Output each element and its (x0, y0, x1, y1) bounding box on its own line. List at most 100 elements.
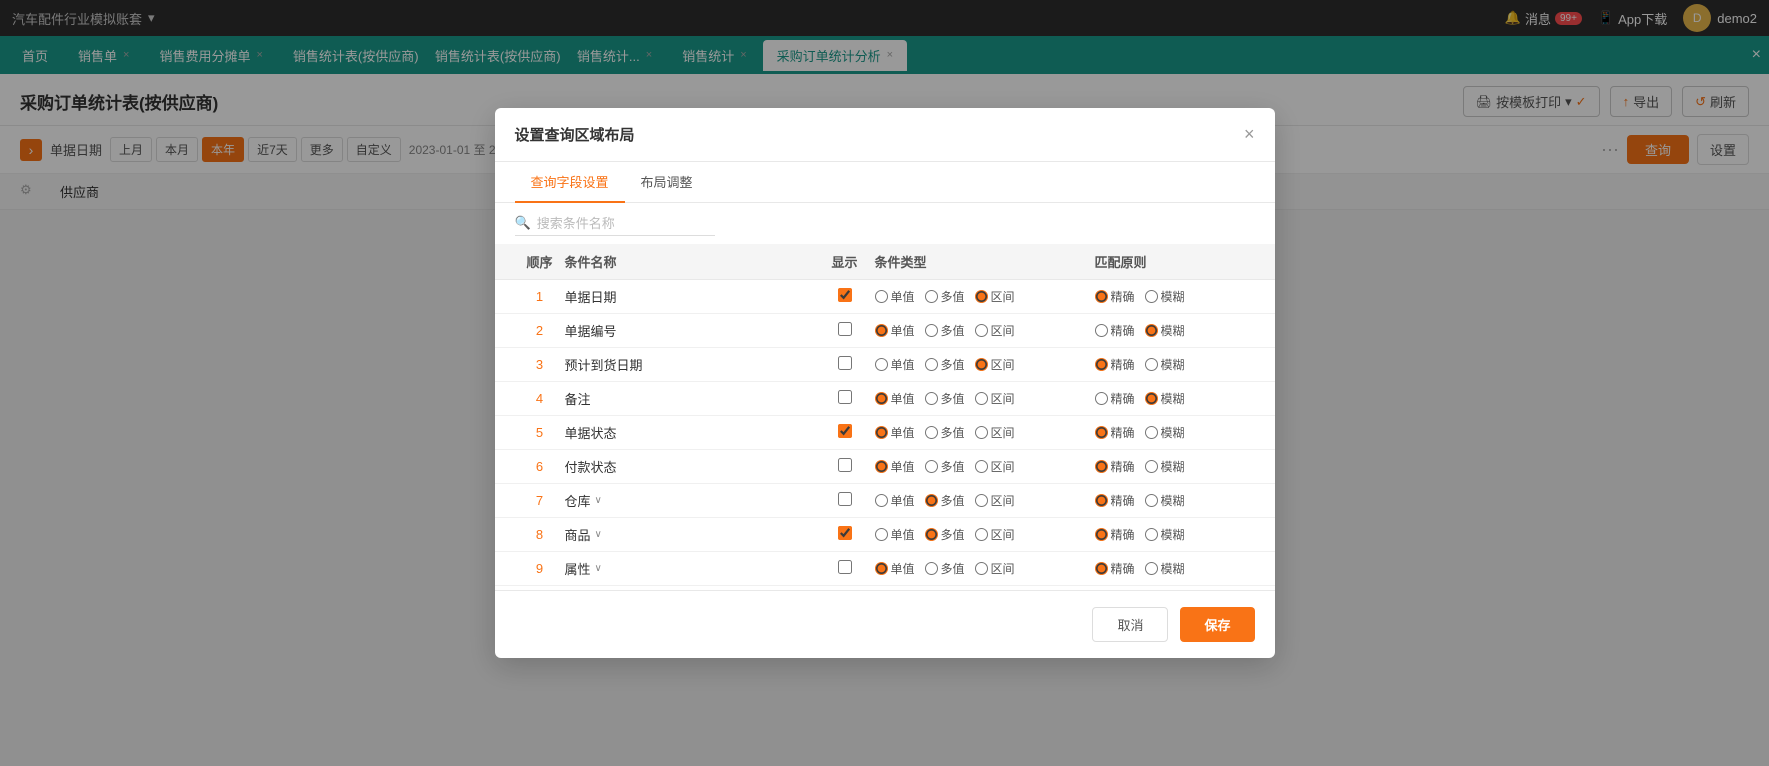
type-radio-multi[interactable]: 多值 (925, 390, 965, 407)
row-order: 7 (515, 493, 565, 508)
type-radio-range[interactable]: 区间 (975, 492, 1015, 509)
row-type: 单值 多值 区间 (875, 390, 1095, 407)
type-radio-single[interactable]: 单值 (875, 458, 915, 475)
row-name: 单据状态 (565, 423, 815, 442)
row-rule: 精确 模糊 (1095, 526, 1255, 543)
display-checkbox[interactable] (838, 424, 852, 438)
modal-table-body: 1 单据日期 单值 多值 区间 精确 模糊 2 单据编 (495, 280, 1275, 590)
row-display[interactable] (815, 560, 875, 577)
type-radio-range[interactable]: 区间 (975, 356, 1015, 373)
type-radio-single[interactable]: 单值 (875, 356, 915, 373)
row-rule: 精确 模糊 (1095, 560, 1255, 577)
type-radio-range[interactable]: 区间 (975, 288, 1015, 305)
th-name: 条件名称 (565, 252, 815, 271)
rule-radio-fuzzy[interactable]: 模糊 (1145, 560, 1185, 577)
search-icon: 🔍 (515, 215, 531, 231)
table-row: 2 单据编号 单值 多值 区间 精确 模糊 (495, 314, 1275, 348)
row-name: 付款状态 (565, 457, 815, 476)
row-display[interactable] (815, 458, 875, 475)
type-radio-multi[interactable]: 多值 (925, 526, 965, 543)
row-order: 2 (515, 323, 565, 338)
type-radio-multi[interactable]: 多值 (925, 458, 965, 475)
type-radio-single[interactable]: 单值 (875, 560, 915, 577)
display-checkbox[interactable] (838, 288, 852, 302)
row-display[interactable] (815, 492, 875, 509)
display-checkbox[interactable] (838, 356, 852, 370)
modal-tabs: 查询字段设置 布局调整 (495, 162, 1275, 203)
row-display[interactable] (815, 390, 875, 407)
tab-query-fields[interactable]: 查询字段设置 (515, 162, 625, 203)
rule-radio-exact[interactable]: 精确 (1095, 458, 1135, 475)
rule-radio-fuzzy[interactable]: 模糊 (1145, 424, 1185, 441)
type-radio-range[interactable]: 区间 (975, 526, 1015, 543)
rule-radio-exact[interactable]: 精确 (1095, 526, 1135, 543)
search-input[interactable] (537, 216, 697, 231)
row-name: 仓库 ∨ (565, 491, 815, 510)
settings-modal: 设置查询区域布局 × 查询字段设置 布局调整 🔍 顺序 条件名称 显示 条件类型 (495, 108, 1275, 658)
row-order: 8 (515, 527, 565, 542)
row-type: 单值 多值 区间 (875, 560, 1095, 577)
type-radio-multi[interactable]: 多值 (925, 288, 965, 305)
display-checkbox[interactable] (838, 560, 852, 574)
table-row: 4 备注 单值 多值 区间 精确 模糊 (495, 382, 1275, 416)
rule-radio-fuzzy[interactable]: 模糊 (1145, 356, 1185, 373)
rule-radio-fuzzy[interactable]: 模糊 (1145, 526, 1185, 543)
table-row: 5 单据状态 单值 多值 区间 精确 模糊 (495, 416, 1275, 450)
type-radio-multi[interactable]: 多值 (925, 560, 965, 577)
row-name: 单据编号 (565, 321, 815, 340)
save-button[interactable]: 保存 (1180, 607, 1254, 642)
row-order: 3 (515, 357, 565, 372)
row-display[interactable] (815, 356, 875, 373)
rule-radio-fuzzy[interactable]: 模糊 (1145, 492, 1185, 509)
modal-search-area: 🔍 (495, 203, 1275, 244)
type-radio-single[interactable]: 单值 (875, 288, 915, 305)
rule-radio-exact[interactable]: 精确 (1095, 424, 1135, 441)
display-checkbox[interactable] (838, 458, 852, 472)
row-display[interactable] (815, 322, 875, 339)
modal-overlay: 设置查询区域布局 × 查询字段设置 布局调整 🔍 顺序 条件名称 显示 条件类型 (0, 0, 1769, 766)
dropdown-arrow-icon: ∨ (595, 529, 602, 540)
row-display[interactable] (815, 424, 875, 441)
th-order: 顺序 (515, 252, 565, 271)
type-radio-single[interactable]: 单值 (875, 390, 915, 407)
type-radio-range[interactable]: 区间 (975, 458, 1015, 475)
type-radio-range[interactable]: 区间 (975, 560, 1015, 577)
row-display[interactable] (815, 288, 875, 305)
rule-radio-exact[interactable]: 精确 (1095, 492, 1135, 509)
type-radio-range[interactable]: 区间 (975, 390, 1015, 407)
type-radio-multi[interactable]: 多值 (925, 424, 965, 441)
row-display[interactable] (815, 526, 875, 543)
dropdown-arrow-icon: ∨ (595, 495, 602, 506)
cancel-button[interactable]: 取消 (1092, 607, 1168, 642)
tab-layout[interactable]: 布局调整 (625, 162, 709, 203)
type-radio-single[interactable]: 单值 (875, 526, 915, 543)
display-checkbox[interactable] (838, 492, 852, 506)
rule-radio-fuzzy[interactable]: 模糊 (1145, 390, 1185, 407)
rule-radio-exact[interactable]: 精确 (1095, 322, 1135, 339)
rule-radio-exact[interactable]: 精确 (1095, 288, 1135, 305)
display-checkbox[interactable] (838, 526, 852, 540)
rule-radio-fuzzy[interactable]: 模糊 (1145, 322, 1185, 339)
table-row: 6 付款状态 单值 多值 区间 精确 模糊 (495, 450, 1275, 484)
rule-radio-fuzzy[interactable]: 模糊 (1145, 288, 1185, 305)
type-radio-single[interactable]: 单值 (875, 322, 915, 339)
row-type: 单值 多值 区间 (875, 492, 1095, 509)
type-radio-multi[interactable]: 多值 (925, 322, 965, 339)
row-order: 4 (515, 391, 565, 406)
rule-radio-exact[interactable]: 精确 (1095, 560, 1135, 577)
th-type: 条件类型 (875, 252, 1095, 271)
type-radio-single[interactable]: 单值 (875, 424, 915, 441)
type-radio-single[interactable]: 单值 (875, 492, 915, 509)
display-checkbox[interactable] (838, 322, 852, 336)
th-rule: 匹配原则 (1095, 252, 1255, 271)
rule-radio-exact[interactable]: 精确 (1095, 390, 1135, 407)
type-radio-multi[interactable]: 多值 (925, 492, 965, 509)
row-rule: 精确 模糊 (1095, 424, 1255, 441)
type-radio-range[interactable]: 区间 (975, 322, 1015, 339)
type-radio-multi[interactable]: 多值 (925, 356, 965, 373)
display-checkbox[interactable] (838, 390, 852, 404)
rule-radio-fuzzy[interactable]: 模糊 (1145, 458, 1185, 475)
modal-close-button[interactable]: × (1244, 124, 1255, 145)
rule-radio-exact[interactable]: 精确 (1095, 356, 1135, 373)
type-radio-range[interactable]: 区间 (975, 424, 1015, 441)
